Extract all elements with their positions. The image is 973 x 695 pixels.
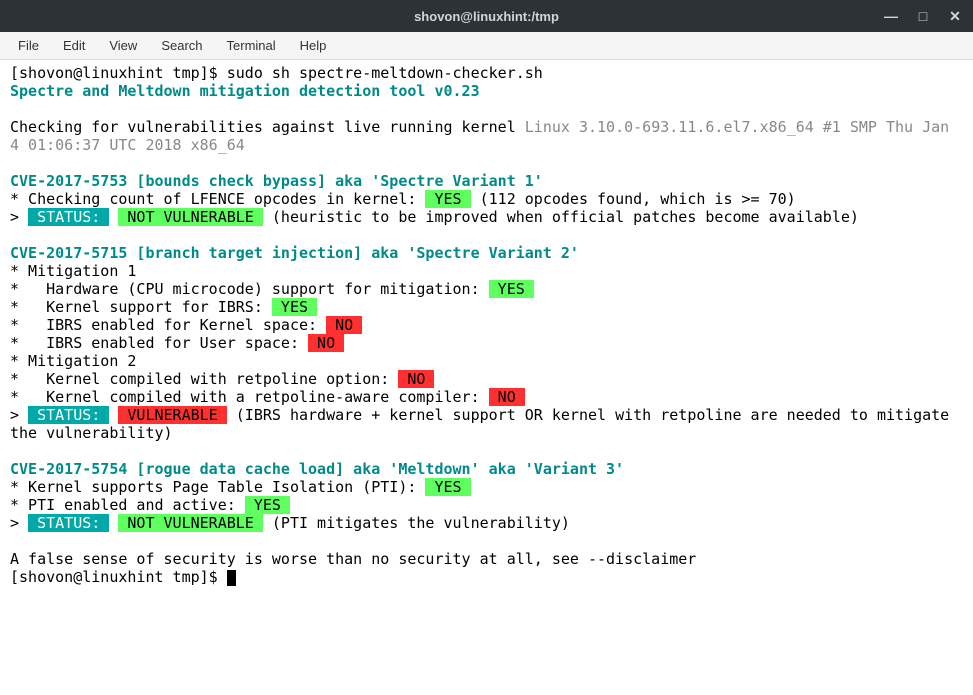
tool-header: Spectre and Meltdown mitigation detectio…	[10, 82, 480, 100]
titlebar: shovon@linuxhint:/tmp — □ ✕	[0, 0, 973, 32]
status-label: STATUS:	[28, 406, 109, 424]
checking-text: Checking for vulnerabilities against liv…	[10, 118, 525, 136]
cve3-status-suffix: (PTI mitigates the vulnerability)	[263, 514, 570, 532]
cve2-retpo-aware: * Kernel compiled with a retpoline-aware…	[10, 388, 489, 406]
no-badge: NO	[398, 370, 434, 388]
menu-terminal[interactable]: Terminal	[217, 35, 286, 56]
menu-search[interactable]: Search	[151, 35, 212, 56]
status-arrow: >	[10, 208, 28, 226]
terminal-output[interactable]: [shovon@linuxhint tmp]$ sudo sh spectre-…	[0, 60, 973, 590]
yes-badge: YES	[425, 190, 470, 208]
cve2-retpo: * Kernel compiled with retpoline option:	[10, 370, 398, 388]
cve2-hw: * Hardware (CPU microcode) support for m…	[10, 280, 489, 298]
not-vulnerable-badge: NOT VULNERABLE	[118, 514, 263, 532]
prompt: [shovon@linuxhint tmp]$	[10, 568, 227, 586]
cve3-pti: * Kernel supports Page Table Isolation (…	[10, 478, 425, 496]
menu-file[interactable]: File	[8, 35, 49, 56]
cve3-pti-active: * PTI enabled and active:	[10, 496, 245, 514]
disclaimer-text: A false sense of security is worse than …	[10, 550, 696, 568]
yes-badge: YES	[489, 280, 534, 298]
yes-badge: YES	[272, 298, 317, 316]
yes-badge: YES	[425, 478, 470, 496]
cve2-mit1: * Mitigation 1	[10, 262, 136, 280]
status-arrow: >	[10, 514, 28, 532]
cve2-ibrs-kern: * IBRS enabled for Kernel space:	[10, 316, 326, 334]
cve2-title: CVE-2017-5715 [branch target injection] …	[10, 244, 579, 262]
status-label: STATUS:	[28, 514, 109, 532]
cve1-check-suffix: (112 opcodes found, which is >= 70)	[471, 190, 796, 208]
cve1-status-suffix: (heuristic to be improved when official …	[263, 208, 859, 226]
status-label: STATUS:	[28, 208, 109, 226]
menu-view[interactable]: View	[99, 35, 147, 56]
menu-edit[interactable]: Edit	[53, 35, 95, 56]
yes-badge: YES	[245, 496, 290, 514]
vulnerable-badge: VULNERABLE	[118, 406, 226, 424]
cve2-ibrs: * Kernel support for IBRS:	[10, 298, 272, 316]
no-badge: NO	[326, 316, 362, 334]
status-arrow: >	[10, 406, 28, 424]
close-icon[interactable]: ✕	[945, 6, 965, 26]
no-badge: NO	[489, 388, 525, 406]
cve3-title: CVE-2017-5754 [rogue data cache load] ak…	[10, 460, 624, 478]
window-controls: — □ ✕	[881, 6, 965, 26]
no-badge: NO	[308, 334, 344, 352]
cve1-title: CVE-2017-5753 [bounds check bypass] aka …	[10, 172, 543, 190]
command: sudo sh spectre-meltdown-checker.sh	[227, 64, 543, 82]
prompt: [shovon@linuxhint tmp]$	[10, 64, 227, 82]
menu-help[interactable]: Help	[290, 35, 337, 56]
maximize-icon[interactable]: □	[913, 6, 933, 26]
cve2-mit2: * Mitigation 2	[10, 352, 136, 370]
window-title: shovon@linuxhint:/tmp	[414, 9, 559, 24]
not-vulnerable-badge: NOT VULNERABLE	[118, 208, 263, 226]
menubar: File Edit View Search Terminal Help	[0, 32, 973, 60]
minimize-icon[interactable]: —	[881, 6, 901, 26]
cve1-check: * Checking count of LFENCE opcodes in ke…	[10, 190, 425, 208]
cursor-icon	[227, 570, 236, 586]
cve2-ibrs-user: * IBRS enabled for User space:	[10, 334, 308, 352]
